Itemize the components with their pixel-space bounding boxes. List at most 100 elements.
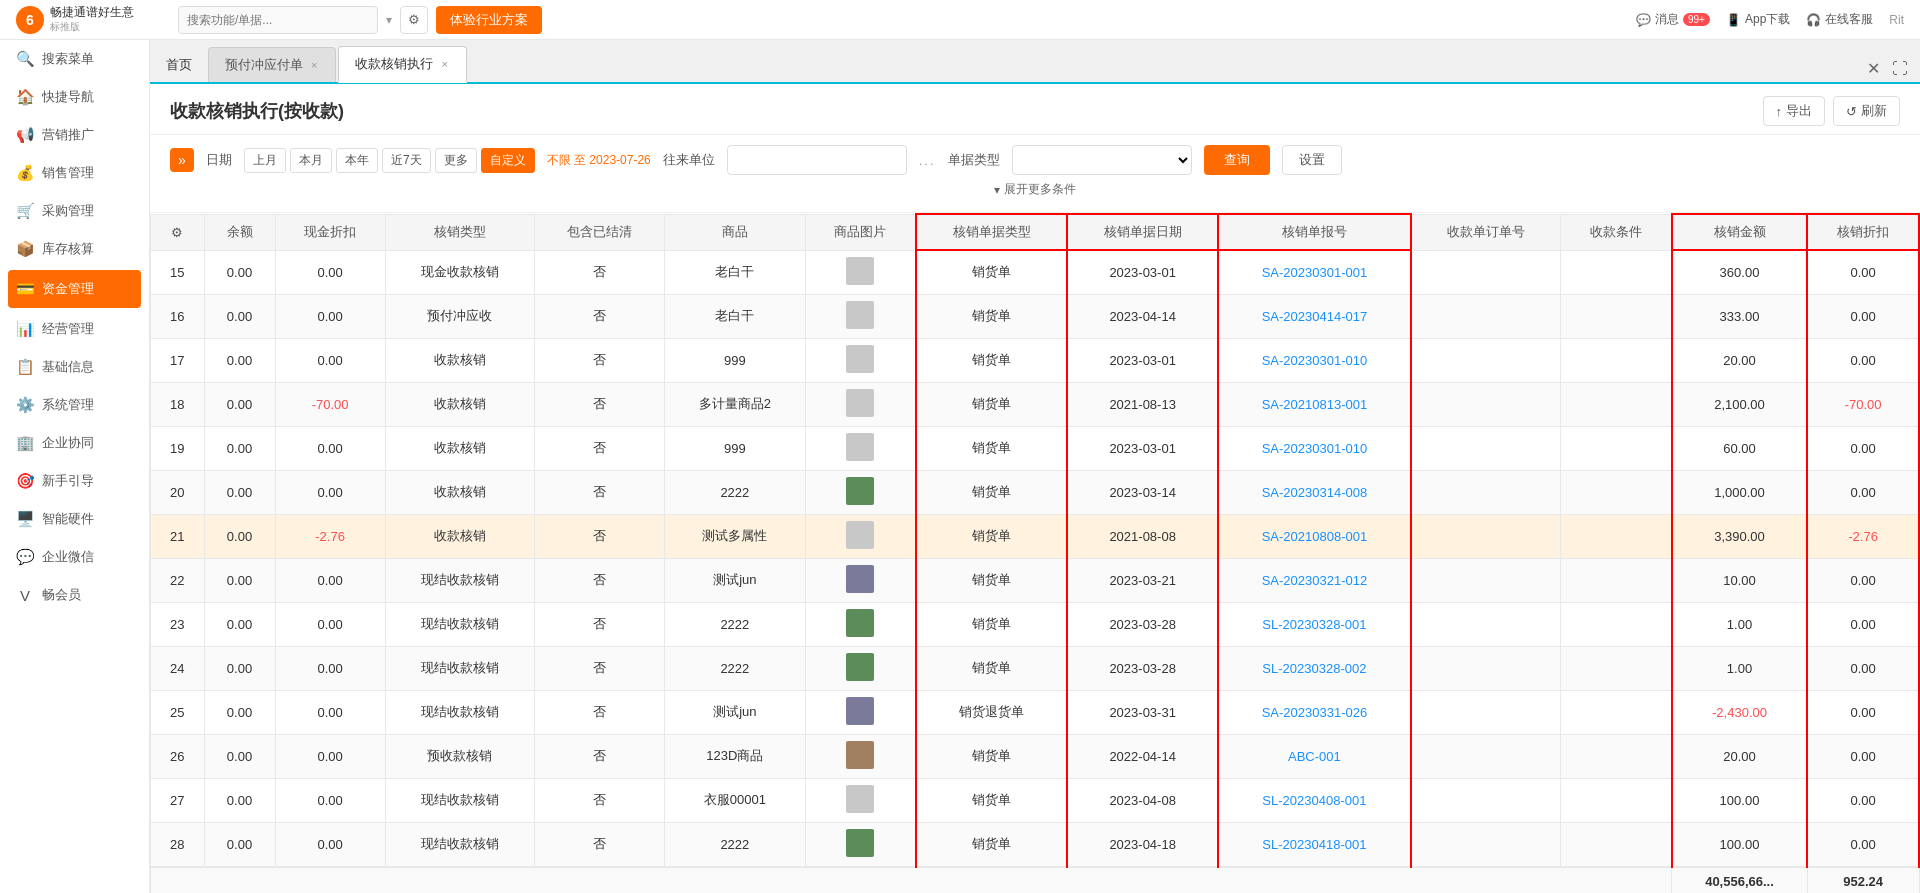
- close-tab-button[interactable]: ✕: [1863, 55, 1884, 82]
- cell-writeoff-bill-no: SA-20230414-017: [1218, 294, 1411, 338]
- cell-writeoff-type: 现结收款核销: [385, 646, 534, 690]
- bill-no-link[interactable]: SL-20230328-002: [1262, 661, 1366, 676]
- hardware-icon: 🖥️: [16, 510, 34, 528]
- bill-no-link[interactable]: ABC-001: [1288, 749, 1341, 764]
- source-label: 往来单位: [663, 151, 715, 169]
- sidebar-item-marketing[interactable]: 📢 营销推广: [0, 116, 149, 154]
- cell-balance: 0.00: [204, 558, 275, 602]
- bill-no-link[interactable]: SA-20230301-001: [1262, 265, 1368, 280]
- cell-writeoff-bill-no: SA-20230301-010: [1218, 338, 1411, 382]
- sidebar-item-vip[interactable]: V 畅会员: [0, 576, 149, 614]
- cell-receipt-condition: [1561, 646, 1672, 690]
- sidebar-item-operation[interactable]: 📊 经营管理: [0, 310, 149, 348]
- tab-home[interactable]: 首页: [150, 48, 208, 82]
- filter-expand-button[interactable]: »: [170, 148, 194, 172]
- sidebar-item-inventory[interactable]: 📦 库存核算: [0, 230, 149, 268]
- date-btn-custom[interactable]: 自定义: [481, 148, 535, 173]
- date-btn-this-month[interactable]: 本月: [290, 148, 332, 173]
- date-btn-last-month[interactable]: 上月: [244, 148, 286, 173]
- date-btn-more[interactable]: 更多: [435, 148, 477, 173]
- sidebar-item-system[interactable]: ⚙️ 系统管理: [0, 386, 149, 424]
- bill-no-link[interactable]: SA-20230314-008: [1262, 485, 1368, 500]
- cell-included: 否: [535, 602, 665, 646]
- col-included-header: 包含已结清: [535, 214, 665, 250]
- sidebar-item-purchase[interactable]: 🛒 采购管理: [0, 192, 149, 230]
- sidebar-item-hardware[interactable]: 🖥️ 智能硬件: [0, 500, 149, 538]
- sidebar-item-quick[interactable]: 🏠 快捷导航: [0, 78, 149, 116]
- tab-prepayment[interactable]: 预付冲应付单 ×: [208, 47, 336, 82]
- sidebar-item-search[interactable]: 🔍 搜索菜单: [0, 40, 149, 78]
- data-table: ⚙ 余额 现金折扣 核销类型 包含已结清 商品 商品图片 核销单据类型 核销单据…: [150, 213, 1920, 893]
- cell-balance: 0.00: [204, 470, 275, 514]
- app-download-button[interactable]: 📱 App下载: [1726, 11, 1790, 28]
- cell-goods: 999: [664, 426, 805, 470]
- industry-solution-button[interactable]: 体验行业方案: [436, 6, 542, 34]
- cell-goods-img: [805, 426, 916, 470]
- bill-no-link[interactable]: SA-20230414-017: [1262, 309, 1368, 324]
- cell-writeoff-type: 现金收款核销: [385, 250, 534, 294]
- date-btn-7days[interactable]: 近7天: [382, 148, 431, 173]
- col-settings-header[interactable]: ⚙: [151, 214, 205, 250]
- bill-no-link[interactable]: SA-20210808-001: [1262, 529, 1368, 544]
- message-button[interactable]: 💬 消息 99+: [1636, 11, 1710, 28]
- table-row: 17 0.00 0.00 收款核销 否 999 销货单 2023-03-01 S…: [151, 338, 1920, 382]
- bill-no-link[interactable]: SL-20230418-001: [1262, 837, 1366, 852]
- bill-no-link[interactable]: SA-20230331-026: [1262, 705, 1368, 720]
- system-icon: ⚙️: [16, 396, 34, 414]
- logo-area: 6 畅捷通谱好生意 标推版: [16, 5, 166, 35]
- export-button[interactable]: ↑ 导出: [1763, 96, 1826, 126]
- footer-empty: [151, 867, 1672, 894]
- cell-receipt-order-no: [1411, 690, 1561, 734]
- sidebar-item-basic[interactable]: 📋 基础信息: [0, 348, 149, 386]
- bill-no-link[interactable]: SL-20230328-001: [1262, 617, 1366, 632]
- source-input[interactable]: [727, 145, 907, 175]
- cell-writeoff-bill-date: 2023-04-08: [1067, 778, 1218, 822]
- cell-writeoff-bill-type: 销货单: [916, 558, 1067, 602]
- online-service-button[interactable]: 🎧 在线客服: [1806, 11, 1873, 28]
- date-btn-this-year[interactable]: 本年: [336, 148, 378, 173]
- cell-receipt-condition: [1561, 602, 1672, 646]
- refresh-button[interactable]: ↺ 刷新: [1833, 96, 1900, 126]
- cell-goods-img: [805, 250, 916, 294]
- cell-writeoff-amount: 1.00: [1672, 602, 1807, 646]
- bill-no-link[interactable]: SA-20230301-010: [1262, 441, 1368, 456]
- tab-close-prepayment[interactable]: ×: [309, 57, 319, 73]
- type-select[interactable]: [1012, 145, 1192, 175]
- cell-writeoff-discount: 0.00: [1807, 338, 1919, 382]
- sidebar-item-wechat[interactable]: 💬 企业微信: [0, 538, 149, 576]
- cell-num: 17: [151, 338, 205, 382]
- bill-no-link[interactable]: SA-20230301-010: [1262, 353, 1368, 368]
- sidebar-item-newbie[interactable]: 🎯 新手引导: [0, 462, 149, 500]
- cell-writeoff-discount: 0.00: [1807, 602, 1919, 646]
- col-goods-header: 商品: [664, 214, 805, 250]
- tab-close-writeoff[interactable]: ×: [439, 56, 449, 72]
- cell-writeoff-bill-type: 销货单: [916, 294, 1067, 338]
- date-buttons: 上月 本月 本年 近7天 更多 自定义: [244, 148, 535, 173]
- cell-writeoff-bill-date: 2022-04-14: [1067, 734, 1218, 778]
- expand-more-button[interactable]: ▾ 展开更多条件: [994, 181, 1076, 198]
- setting-button[interactable]: 设置: [1282, 145, 1342, 175]
- bill-no-link[interactable]: SA-20230321-012: [1262, 573, 1368, 588]
- maximize-tab-button[interactable]: ⛶: [1888, 56, 1912, 82]
- type-label: 单据类型: [948, 151, 1000, 169]
- table-row: 23 0.00 0.00 现结收款核销 否 2222 销货单 2023-03-2…: [151, 602, 1920, 646]
- cell-num: 19: [151, 426, 205, 470]
- cell-goods: 老白干: [664, 294, 805, 338]
- cell-writeoff-bill-date: 2023-03-31: [1067, 690, 1218, 734]
- cell-receipt-order-no: [1411, 338, 1561, 382]
- query-button[interactable]: 查询: [1204, 145, 1270, 175]
- tab-writeoff[interactable]: 收款核销执行 ×: [338, 46, 466, 83]
- bill-no-link[interactable]: SA-20210813-001: [1262, 397, 1368, 412]
- cell-goods-img: [805, 778, 916, 822]
- top-search-input[interactable]: [178, 6, 378, 34]
- cell-included: 否: [535, 690, 665, 734]
- table-header-row: ⚙ 余额 现金折扣 核销类型 包含已结清 商品 商品图片 核销单据类型 核销单据…: [151, 214, 1920, 250]
- sidebar-item-sales[interactable]: 💰 销售管理: [0, 154, 149, 192]
- cell-writeoff-type: 现结收款核销: [385, 558, 534, 602]
- gear-button[interactable]: ⚙: [400, 6, 428, 34]
- sidebar: 🔍 搜索菜单 🏠 快捷导航 📢 营销推广 💰 销售管理 🛒 采购管理 📦 库存核…: [0, 40, 150, 893]
- sidebar-item-finance[interactable]: 💳 资金管理: [8, 270, 141, 308]
- sidebar-item-enterprise[interactable]: 🏢 企业协同: [0, 424, 149, 462]
- cell-writeoff-bill-type: 销货单: [916, 382, 1067, 426]
- bill-no-link[interactable]: SL-20230408-001: [1262, 793, 1366, 808]
